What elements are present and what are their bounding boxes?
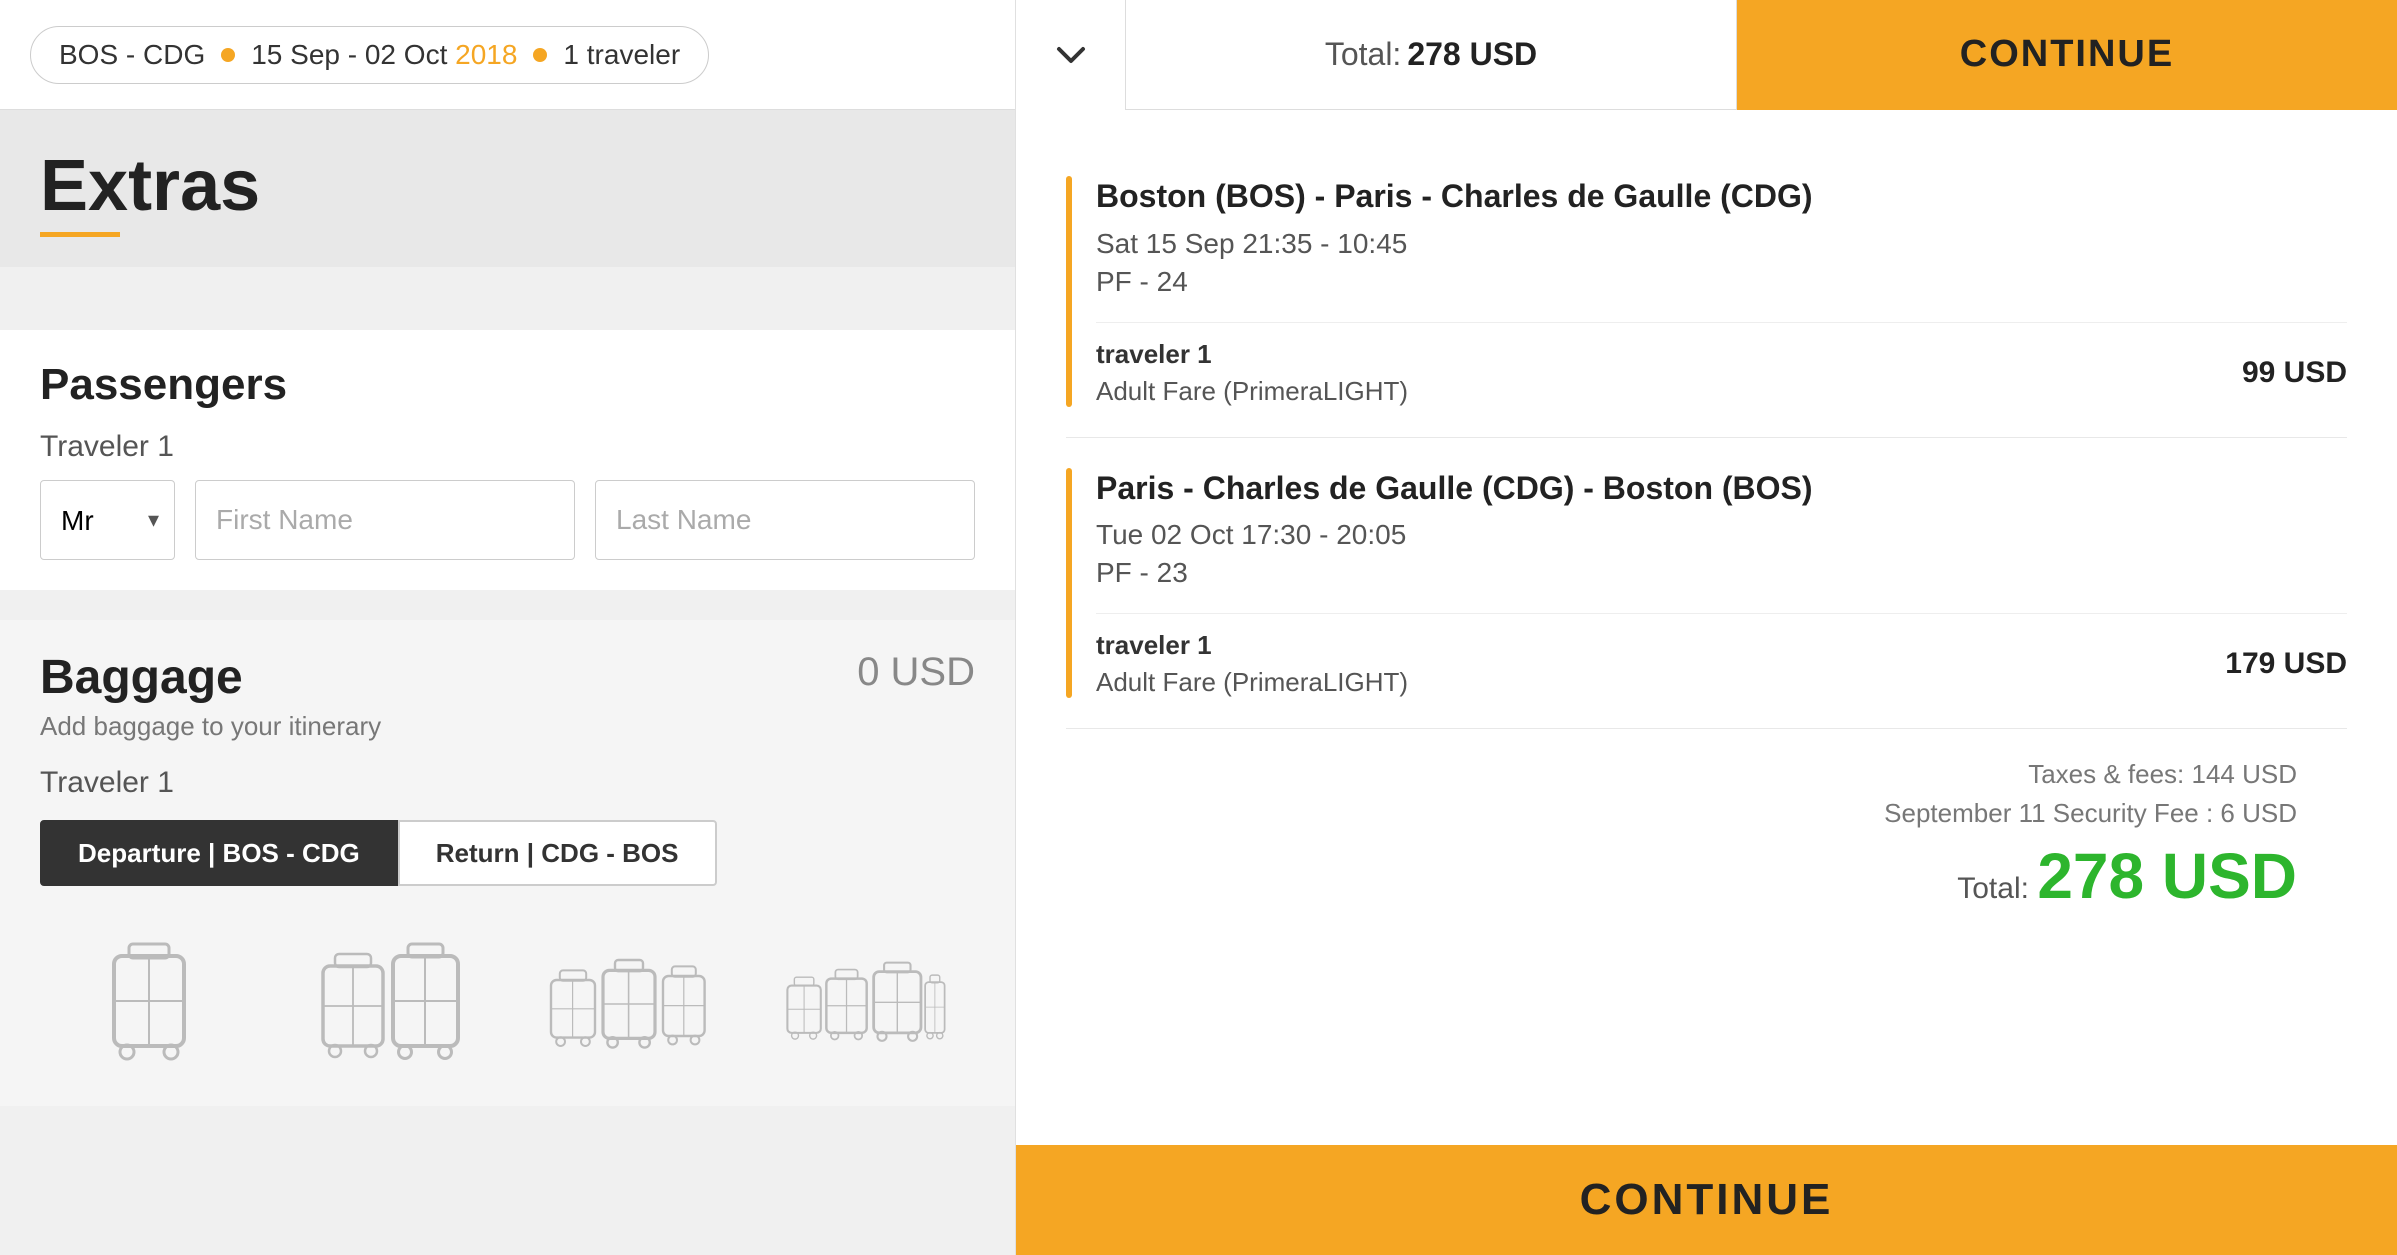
taxes-fees-line: Taxes & fees: 144 USD: [1116, 759, 2297, 790]
baggage-icon-1: [308, 916, 468, 1076]
passengers-title: Passengers: [40, 360, 975, 410]
accent-line-1: [1066, 176, 1072, 407]
segment-content-2: Paris - Charles de Gaulle (CDG) - Boston…: [1096, 468, 2347, 699]
flight-segment-2: Paris - Charles de Gaulle (CDG) - Boston…: [1066, 438, 2347, 730]
segment-time-2: Tue 02 Oct 17:30 - 20:05: [1096, 519, 2347, 551]
segment-inner-2: Paris - Charles de Gaulle (CDG) - Boston…: [1066, 468, 2347, 699]
segment-time-1: Sat 15 Sep 21:35 - 10:45: [1096, 228, 2347, 260]
return-tab[interactable]: Return | CDG - BOS: [398, 820, 717, 886]
last-name-input[interactable]: [595, 480, 975, 560]
date-range-text: 15 Sep - 02 Oct: [251, 39, 447, 70]
passengers-section: Passengers Traveler 1 Mr Mrs Ms Dr ▾: [0, 330, 1015, 590]
main-content: BOS - CDG 15 Sep - 02 Oct 2018 1 travele…: [0, 0, 2397, 1255]
segment-flight-1: PF - 24: [1096, 266, 2347, 298]
traveler-baggage-label: Traveler 1: [40, 766, 975, 800]
fare-type-1: Adult Fare (PrimeraLIGHT): [1096, 376, 1408, 407]
baggage-icon-3: [786, 916, 946, 1076]
total-display-label: Total:: [1957, 872, 2029, 905]
right-panel: Total: 278 USD CONTINUE Boston (BOS) - P…: [1015, 0, 2397, 1255]
baggage-section: Baggage 0 USD Add baggage to your itiner…: [0, 620, 1015, 1106]
segment-route-2: Paris - Charles de Gaulle (CDG) - Boston…: [1096, 468, 2347, 510]
segment-inner-1: Boston (BOS) - Paris - Charles de Gaulle…: [1066, 176, 2347, 407]
total-display-top: Total: 278 USD: [1126, 0, 1737, 109]
continue-button-bottom[interactable]: CONTINUE: [1016, 1145, 2397, 1255]
total-label-top: Total:: [1325, 36, 1401, 73]
segment-route-1: Boston (BOS) - Paris - Charles de Gaulle…: [1096, 176, 2347, 218]
fare-price-2: 179 USD: [2225, 647, 2347, 681]
baggage-price: 0 USD: [857, 650, 975, 695]
total-line: Total: 278 USD: [1116, 839, 2297, 913]
title-select[interactable]: Mr Mrs Ms Dr: [40, 480, 175, 560]
first-name-input[interactable]: [195, 480, 575, 560]
extras-title: Extras: [40, 150, 975, 222]
total-value-top: 278 USD: [1407, 36, 1537, 73]
total-display-value: 278 USD: [2037, 840, 2297, 912]
segment-content-1: Boston (BOS) - Paris - Charles de Gaulle…: [1096, 176, 2347, 407]
baggage-option-0[interactable]: [40, 916, 259, 1076]
fare-type-2: Adult Fare (PrimeraLIGHT): [1096, 667, 1408, 698]
accent-line-2: [1066, 468, 1072, 699]
continue-button-top[interactable]: CONTINUE: [1737, 0, 2397, 110]
collapse-button[interactable]: [1016, 0, 1126, 110]
trip-info-pill: BOS - CDG 15 Sep - 02 Oct 2018 1 travele…: [30, 26, 709, 84]
dot-2: [533, 48, 547, 62]
flight-details: Boston (BOS) - Paris - Charles de Gaulle…: [1016, 110, 2397, 949]
fare-label-group-1: traveler 1 Adult Fare (PrimeraLIGHT): [1096, 339, 1408, 407]
baggage-icon-0: [69, 916, 229, 1076]
traveler-1-label: Traveler 1: [40, 430, 975, 464]
extras-underline: [40, 232, 120, 237]
trip-route: BOS - CDG: [59, 39, 205, 71]
baggage-options: [40, 916, 975, 1076]
extras-section: Extras: [0, 110, 1015, 267]
fees-section: Taxes & fees: 144 USD September 11 Secur…: [1066, 729, 2347, 913]
security-fee-line: September 11 Security Fee : 6 USD: [1116, 798, 2297, 829]
traveler-tag-1: traveler 1: [1096, 339, 1408, 370]
baggage-option-1[interactable]: [279, 916, 498, 1076]
year-text: 2018: [455, 39, 517, 70]
baggage-icon-2: [547, 916, 707, 1076]
date-range: 15 Sep - 02 Oct 2018: [251, 39, 517, 71]
fare-label-group-2: traveler 1 Adult Fare (PrimeraLIGHT): [1096, 630, 1408, 698]
travelers-text: 1 traveler: [563, 39, 680, 71]
dot-1: [221, 48, 235, 62]
baggage-header: Baggage 0 USD: [40, 650, 975, 705]
fare-row-2: traveler 1 Adult Fare (PrimeraLIGHT) 179…: [1096, 630, 2347, 698]
baggage-subtitle: Add baggage to your itinerary: [40, 711, 975, 742]
traveler-tag-2: traveler 1: [1096, 630, 1408, 661]
baggage-tab-row: Departure | BOS - CDG Return | CDG - BOS: [40, 820, 975, 886]
segment-flight-2: PF - 23: [1096, 557, 2347, 589]
baggage-title: Baggage: [40, 650, 243, 705]
passenger-form-row: Mr Mrs Ms Dr ▾: [40, 480, 975, 560]
title-select-wrapper: Mr Mrs Ms Dr ▾: [40, 480, 175, 560]
fare-row-1: traveler 1 Adult Fare (PrimeraLIGHT) 99 …: [1096, 339, 2347, 407]
departure-tab[interactable]: Departure | BOS - CDG: [40, 820, 398, 886]
flight-segment-1: Boston (BOS) - Paris - Charles de Gaulle…: [1066, 146, 2347, 438]
right-panel-topbar: Total: 278 USD CONTINUE: [1016, 0, 2397, 110]
baggage-option-3[interactable]: [756, 916, 975, 1076]
fare-price-1: 99 USD: [2242, 356, 2347, 390]
baggage-option-2[interactable]: [518, 916, 737, 1076]
